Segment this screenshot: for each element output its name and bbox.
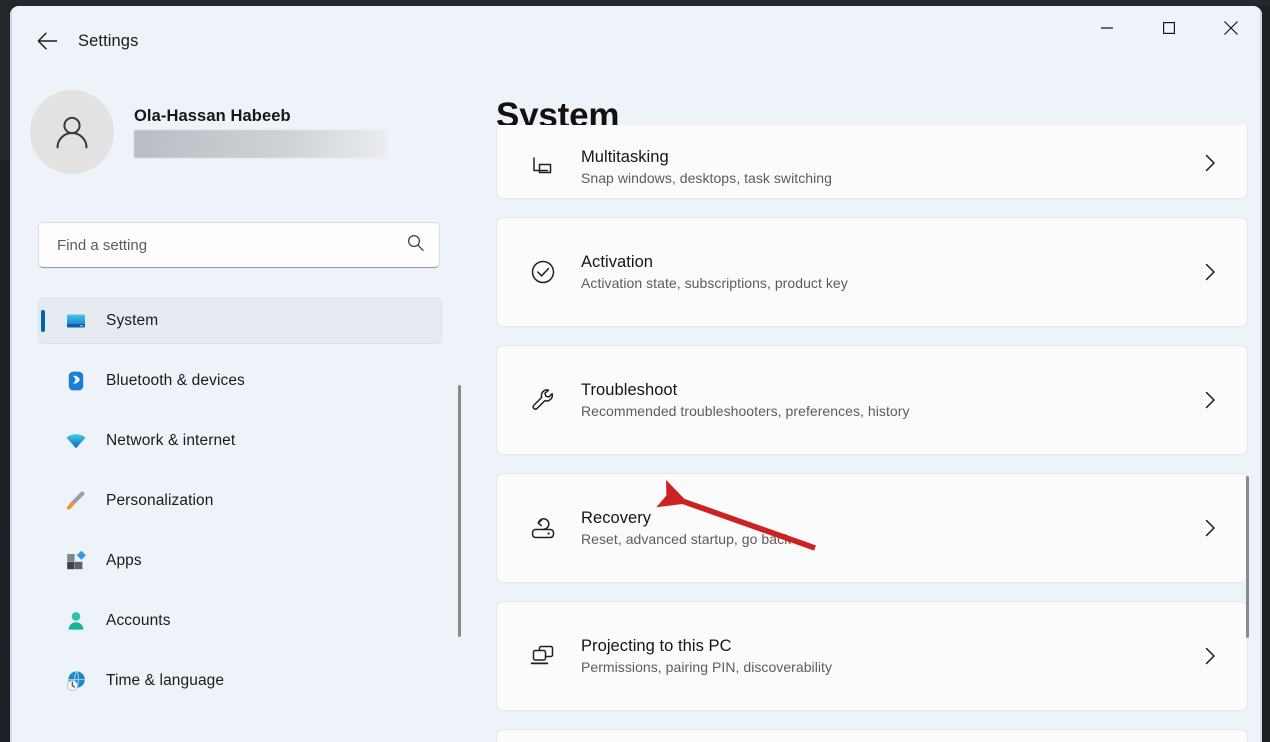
chevron-right-icon xyxy=(1199,645,1221,667)
card-text: Multitasking Snap windows, desktops, tas… xyxy=(581,148,832,186)
close-icon xyxy=(1222,19,1240,42)
chevron-right-icon xyxy=(1199,517,1221,539)
card-text: Troubleshoot Recommended troubleshooters… xyxy=(581,381,910,419)
chevron-right-icon xyxy=(1199,261,1221,283)
chevron-right-icon xyxy=(1199,152,1221,174)
check-circle-icon xyxy=(525,254,561,290)
window-title: Settings xyxy=(78,32,139,50)
card-subtitle: Activation state, subscriptions, product… xyxy=(581,275,848,291)
sidebar-item-label: System xyxy=(106,312,159,329)
main-scrollbar-thumb[interactable] xyxy=(1246,476,1249,638)
card-title: Multitasking xyxy=(581,148,669,166)
account-header[interactable]: Ola-Hassan Habeeb xyxy=(30,90,387,174)
card-title: Troubleshoot xyxy=(581,381,678,399)
wrench-icon xyxy=(525,382,561,418)
sidebar-item-label: Personalization xyxy=(106,492,214,509)
settings-card-projecting-to-this-pc[interactable]: Projecting to this PC Permissions, pairi… xyxy=(496,601,1248,711)
chevron-right-icon xyxy=(1199,389,1221,411)
card-subtitle: Recommended troubleshooters, preferences… xyxy=(581,403,910,419)
card-subtitle: Snap windows, desktops, task switching xyxy=(581,170,832,186)
title-bar: Settings xyxy=(10,6,1262,72)
maximize-button[interactable] xyxy=(1138,6,1200,54)
apps-icon xyxy=(64,549,88,573)
window-right-edge xyxy=(1260,6,1262,742)
minimize-icon xyxy=(1099,20,1115,41)
settings-window: Settings Ola-Hassan Habeeb Find a settin… xyxy=(10,6,1262,742)
window-controls xyxy=(1076,6,1262,54)
card-subtitle: Reset, advanced startup, go back xyxy=(581,531,792,547)
sidebar-nav: System Bluetooth & devices Network & int… xyxy=(38,298,442,728)
card-subtitle: Permissions, pairing PIN, discoverabilit… xyxy=(581,659,833,675)
main-scrollbar[interactable] xyxy=(1242,162,1254,732)
sidebar-item-system[interactable]: System xyxy=(38,298,442,344)
sidebar-item-apps[interactable]: Apps xyxy=(38,538,442,584)
sidebar-item-time-language[interactable]: Time & language xyxy=(38,658,442,704)
account-email-redacted xyxy=(134,129,387,158)
system-icon xyxy=(64,309,88,333)
sidebar-item-label: Apps xyxy=(106,552,142,569)
sidebar-item-network-internet[interactable]: Network & internet xyxy=(38,418,442,464)
projecting-icon xyxy=(525,638,561,674)
account-text: Ola-Hassan Habeeb xyxy=(134,107,387,158)
close-button[interactable] xyxy=(1200,6,1262,54)
minimize-button[interactable] xyxy=(1076,6,1138,54)
search-icon xyxy=(406,233,425,257)
person-icon xyxy=(64,609,88,633)
screen: Settings Ola-Hassan Habeeb Find a settin… xyxy=(0,0,1270,742)
sidebar-item-label: Bluetooth & devices xyxy=(106,372,245,389)
sidebar: Ola-Hassan Habeeb Find a setting System … xyxy=(12,72,461,742)
sidebar-item-accounts[interactable]: Accounts xyxy=(38,598,442,644)
settings-card-troubleshoot[interactable]: Troubleshoot Recommended troubleshooters… xyxy=(496,345,1248,455)
card-text: Projecting to this PC Permissions, pairi… xyxy=(581,637,832,675)
main-content: System Multitasking Snap windows, deskto… xyxy=(460,72,1260,742)
bluetooth-icon xyxy=(64,369,88,393)
back-button[interactable] xyxy=(26,22,70,64)
multitasking-icon xyxy=(525,150,561,186)
card-title: Activation xyxy=(581,253,654,271)
search-input[interactable] xyxy=(57,236,406,254)
settings-card-multitasking[interactable]: Multitasking Snap windows, desktops, tas… xyxy=(496,125,1248,199)
search-box[interactable] xyxy=(38,222,440,268)
settings-card-recovery[interactable]: Recovery Reset, advanced startup, go bac… xyxy=(496,473,1248,583)
settings-card-activation[interactable]: Activation Activation state, subscriptio… xyxy=(496,217,1248,327)
card-text: Activation Activation state, subscriptio… xyxy=(581,253,848,291)
back-arrow-icon xyxy=(37,32,59,55)
sidebar-item-label: Time & language xyxy=(106,672,225,689)
settings-card-list: Multitasking Snap windows, desktops, tas… xyxy=(496,125,1248,742)
card-title: Recovery xyxy=(581,509,652,527)
recovery-icon xyxy=(525,510,561,546)
card-title: Projecting to this PC xyxy=(581,637,732,655)
sidebar-item-label: Network & internet xyxy=(106,432,236,449)
paintbrush-icon xyxy=(64,489,88,513)
clock-globe-icon xyxy=(64,669,88,693)
maximize-icon xyxy=(1161,20,1177,41)
wifi-icon xyxy=(64,429,88,453)
sidebar-item-label: Accounts xyxy=(106,612,171,629)
avatar xyxy=(30,90,114,174)
settings-card-remote-desktop[interactable]: Remote Desktop Remote Desktop users, con… xyxy=(496,729,1248,742)
card-text: Recovery Reset, advanced startup, go bac… xyxy=(581,509,791,547)
sidebar-item-personalization[interactable]: Personalization xyxy=(38,478,442,524)
account-name: Ola-Hassan Habeeb xyxy=(134,106,291,125)
sidebar-item-bluetooth-devices[interactable]: Bluetooth & devices xyxy=(38,358,442,404)
